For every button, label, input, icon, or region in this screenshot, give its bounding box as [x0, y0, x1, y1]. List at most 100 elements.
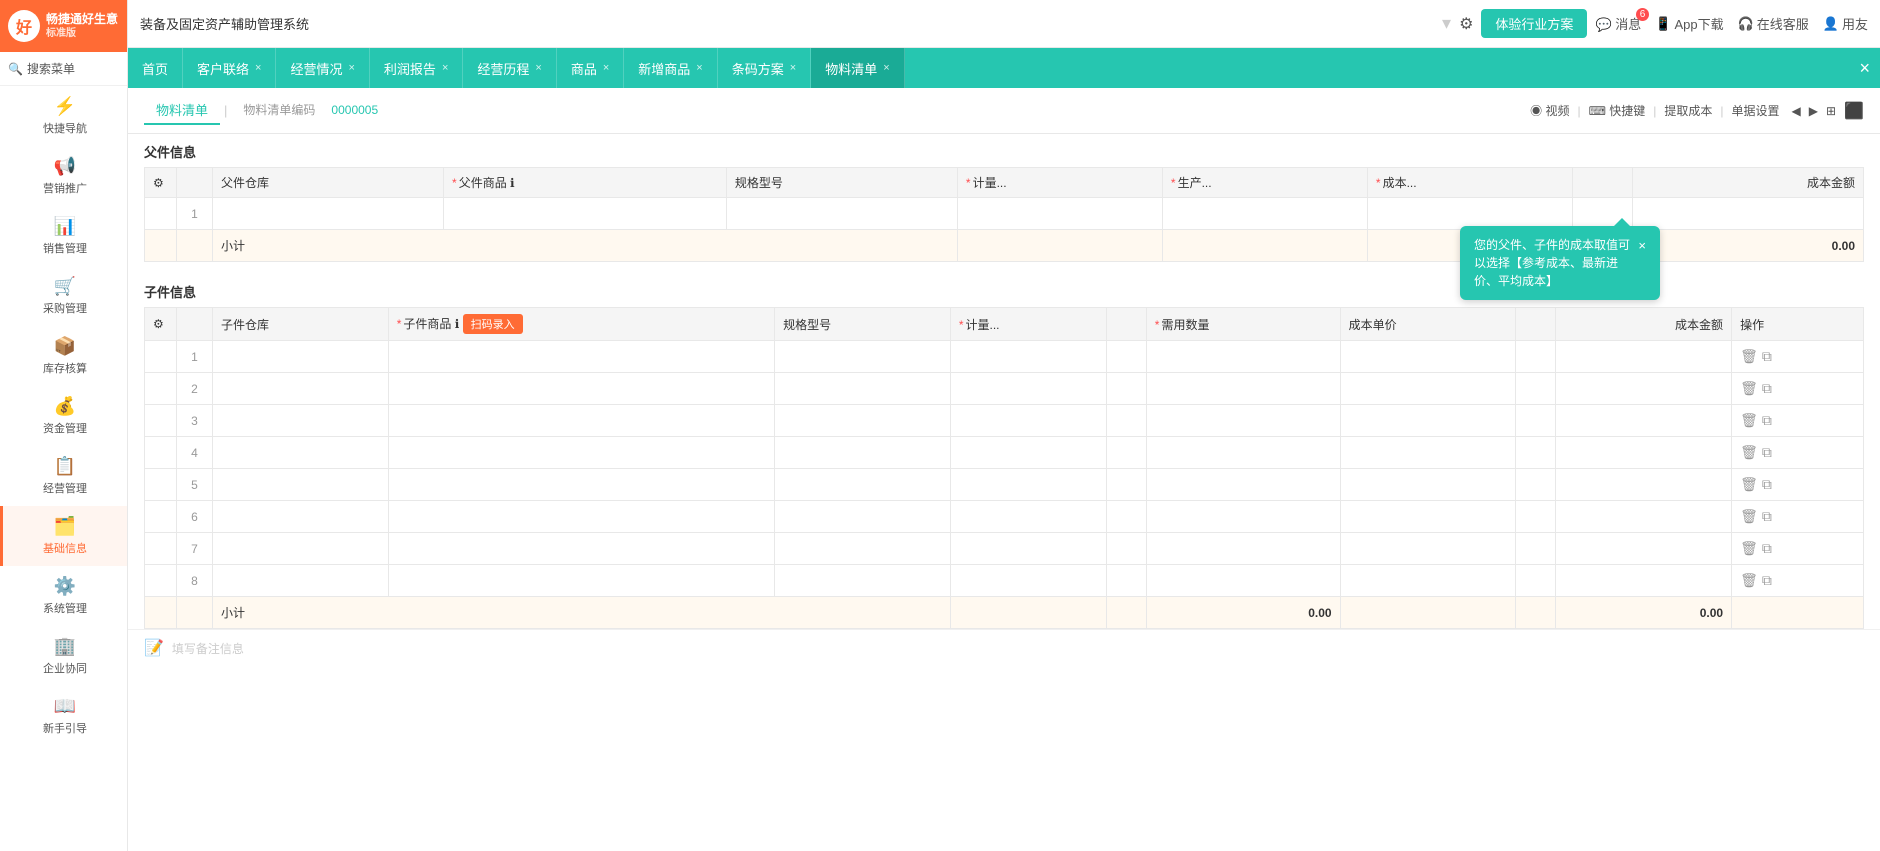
child-row1-unit-cost[interactable] — [1340, 341, 1516, 373]
child-row5-req-qty[interactable] — [1146, 469, 1340, 501]
child-row6-spec[interactable] — [775, 501, 951, 533]
sidebar-item-inventory[interactable]: 📦 库存核算 — [0, 326, 127, 386]
child-row3-unit-cost[interactable] — [1340, 405, 1516, 437]
sub-tab-bom-list[interactable]: 物料清单 — [144, 96, 220, 125]
settings-icon[interactable]: ⚙ — [1459, 14, 1473, 34]
child-row3-spec[interactable] — [775, 405, 951, 437]
tab-home[interactable]: 首页 — [128, 48, 183, 88]
tab-bom[interactable]: 物料清单× — [811, 48, 904, 88]
child-row4-req-qty[interactable] — [1146, 437, 1340, 469]
tab-goods[interactable]: 商品× — [557, 48, 624, 88]
child-row8-qty[interactable] — [950, 565, 1106, 597]
child-row2-req-qty[interactable] — [1146, 373, 1340, 405]
child-row2-qty[interactable] — [950, 373, 1106, 405]
copy-icon[interactable]: ⧉ — [1762, 412, 1772, 429]
sidebar-item-quick-nav[interactable]: ⚡ 快捷导航 — [0, 86, 127, 146]
child-row4-actions[interactable]: 🗑⧉ — [1732, 437, 1864, 469]
close-all-tabs-btn[interactable]: × — [1849, 58, 1880, 79]
child-row6-unit-cost[interactable] — [1340, 501, 1516, 533]
delete-icon[interactable]: 🗑 — [1740, 540, 1758, 557]
child-row3-qty[interactable] — [950, 405, 1106, 437]
dropdown-arrow-icon[interactable]: ▾ — [1442, 13, 1451, 34]
app-download-btn[interactable]: 📱 App下载 — [1655, 14, 1723, 33]
tab-new-goods[interactable]: 新增商品× — [624, 48, 717, 88]
sidebar-item-enterprise[interactable]: 🏢 企业协同 — [0, 626, 127, 686]
child-row3-actions[interactable]: 🗑⧉ — [1732, 405, 1864, 437]
child-row8-unit-cost[interactable] — [1340, 565, 1516, 597]
child-row5-warehouse[interactable] — [213, 469, 389, 501]
child-row2-actions[interactable]: 🗑⧉ — [1732, 373, 1864, 405]
parent-row1-warehouse[interactable] — [213, 198, 444, 230]
child-row6-qty[interactable] — [950, 501, 1106, 533]
child-row6-goods[interactable] — [388, 501, 774, 533]
child-row7-req-qty[interactable] — [1146, 533, 1340, 565]
child-row6-req-qty[interactable] — [1146, 501, 1340, 533]
child-row3-goods[interactable] — [388, 405, 774, 437]
parent-row1-qty[interactable] — [957, 198, 1162, 230]
note-placeholder[interactable]: 填写备注信息 — [172, 640, 244, 657]
tab-customer[interactable]: 客户联络× — [183, 48, 276, 88]
child-row5-spec[interactable] — [775, 469, 951, 501]
sidebar-item-basic-info[interactable]: 🗂️ 基础信息 — [0, 506, 127, 566]
copy-icon[interactable]: ⧉ — [1762, 572, 1772, 589]
delete-icon[interactable]: 🗑 — [1740, 348, 1758, 365]
child-row6-warehouse[interactable] — [213, 501, 389, 533]
child-row2-unit-cost[interactable] — [1340, 373, 1516, 405]
child-row1-req-qty[interactable] — [1146, 341, 1340, 373]
child-row4-qty[interactable] — [950, 437, 1106, 469]
single-settings-btn[interactable]: 单据设置 — [1732, 102, 1780, 119]
child-row2-warehouse[interactable] — [213, 373, 389, 405]
delete-icon[interactable]: 🗑 — [1740, 508, 1758, 525]
copy-icon[interactable]: ⧉ — [1762, 444, 1772, 461]
child-row2-spec[interactable] — [775, 373, 951, 405]
parent-row1-goods[interactable] — [444, 198, 727, 230]
child-row1-goods[interactable] — [388, 341, 774, 373]
delete-icon[interactable]: 🗑 — [1740, 572, 1758, 589]
tooltip-close-btn[interactable]: × — [1638, 236, 1646, 256]
parent-row1-spec[interactable] — [726, 198, 957, 230]
prev-btn[interactable]: ◀ — [1792, 104, 1801, 118]
user-avatar[interactable]: 👤 用友 — [1823, 14, 1868, 33]
child-row4-warehouse[interactable] — [213, 437, 389, 469]
copy-icon[interactable]: ⧉ — [1762, 380, 1772, 397]
parent-col-settings[interactable]: ⚙ — [145, 168, 177, 198]
sidebar-item-marketing[interactable]: 📢 营销推广 — [0, 146, 127, 206]
child-row5-goods[interactable] — [388, 469, 774, 501]
next-btn[interactable]: ▶ — [1809, 104, 1818, 118]
copy-icon[interactable]: ⧉ — [1762, 540, 1772, 557]
child-row4-goods[interactable] — [388, 437, 774, 469]
child-row8-actions[interactable]: 🗑⧉ — [1732, 565, 1864, 597]
child-row5-actions[interactable]: 🗑⧉ — [1732, 469, 1864, 501]
child-row5-unit-cost[interactable] — [1340, 469, 1516, 501]
child-col-settings[interactable]: ⚙ — [145, 308, 177, 341]
delete-icon[interactable]: 🗑 — [1740, 412, 1758, 429]
child-row1-warehouse[interactable] — [213, 341, 389, 373]
search-menu-item[interactable]: 🔍 搜索菜单 — [0, 52, 127, 86]
sidebar-item-guide[interactable]: 📖 新手引导 — [0, 686, 127, 746]
child-row8-goods[interactable] — [388, 565, 774, 597]
online-service-btn[interactable]: 🎧 在线客服 — [1738, 14, 1809, 33]
child-row7-unit-cost[interactable] — [1340, 533, 1516, 565]
view-btn[interactable]: ◉ 视频 — [1530, 102, 1569, 119]
menu-grid-btn[interactable]: ⊞ — [1826, 104, 1836, 118]
message-wrapper[interactable]: 💬 6 消息 — [1595, 14, 1641, 33]
child-row7-goods[interactable] — [388, 533, 774, 565]
scan-input-btn[interactable]: 扫码录入 — [463, 314, 523, 334]
child-row4-unit-cost[interactable] — [1340, 437, 1516, 469]
child-row2-goods[interactable] — [388, 373, 774, 405]
child-row1-spec[interactable] — [775, 341, 951, 373]
tab-profit[interactable]: 利润报告× — [370, 48, 463, 88]
delete-icon[interactable]: 🗑 — [1740, 380, 1758, 397]
child-row8-req-qty[interactable] — [1146, 565, 1340, 597]
sidebar-item-sales[interactable]: 📊 销售管理 — [0, 206, 127, 266]
child-row3-req-qty[interactable] — [1146, 405, 1340, 437]
child-row7-qty[interactable] — [950, 533, 1106, 565]
child-row7-spec[interactable] — [775, 533, 951, 565]
tab-barcode[interactable]: 条码方案× — [718, 48, 811, 88]
child-row4-spec[interactable] — [775, 437, 951, 469]
sidebar-item-operations[interactable]: 📋 经营管理 — [0, 446, 127, 506]
sidebar-item-finance[interactable]: 💰 资金管理 — [0, 386, 127, 446]
trial-button[interactable]: 体验行业方案 — [1481, 9, 1587, 38]
child-row7-actions[interactable]: 🗑⧉ — [1732, 533, 1864, 565]
child-row1-actions[interactable]: 🗑⧉ — [1732, 341, 1864, 373]
